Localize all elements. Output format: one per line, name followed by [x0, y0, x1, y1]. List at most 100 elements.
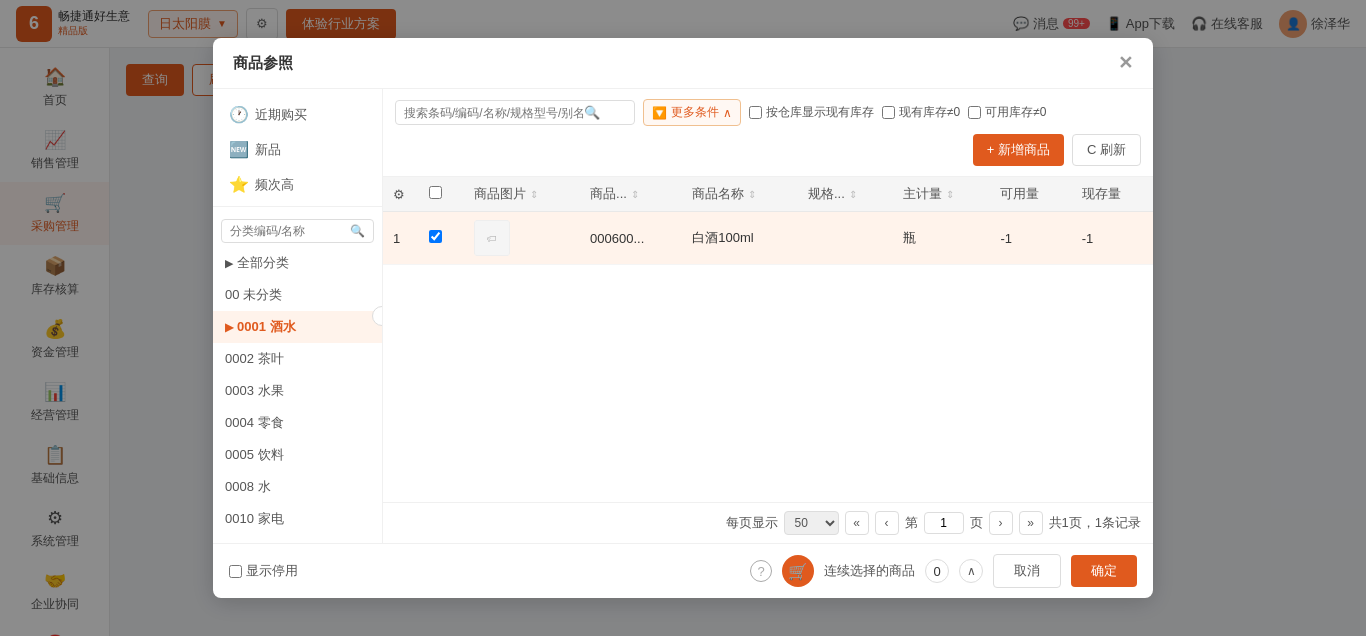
row-name: 白酒100ml [682, 212, 798, 265]
prev-page-btn[interactable]: ‹ [875, 511, 899, 535]
table-checkbox-header[interactable] [419, 177, 464, 212]
help-icon[interactable]: ? [750, 560, 772, 582]
modal-header: 商品参照 ✕ [213, 38, 1153, 89]
modal-overlay: 商品参照 ✕ 🕐 近期购买 🆕 新品 ⭐ 频次高 [0, 0, 1366, 636]
page-size-label: 每页显示 [726, 514, 778, 532]
cart-count: 0 [925, 559, 949, 583]
show-disabled-text: 显示停用 [246, 562, 298, 580]
search-icon: 🔍 [584, 105, 600, 120]
more-filters-btn[interactable]: 🔽 更多条件 ∧ [643, 99, 741, 126]
row-available: -1 [990, 212, 1071, 265]
product-thumbnail: 🏷 [474, 220, 510, 256]
page-number-input[interactable] [924, 512, 964, 534]
row-stock: -1 [1072, 212, 1153, 265]
available-stock-checkbox[interactable] [882, 106, 895, 119]
table-available-header: 可用量 [990, 177, 1071, 212]
cart-icon[interactable]: 🛒 [782, 555, 814, 587]
new-icon: 🆕 [229, 140, 249, 159]
table-code-header: 商品... ⇕ [580, 177, 682, 212]
collapse-cart-btn[interactable]: ∧ [959, 559, 983, 583]
available-stock-label: 现有库存≠0 [899, 104, 960, 121]
category-appliances[interactable]: 0010 家电 [213, 503, 382, 535]
modal-left-panel: 🕐 近期购买 🆕 新品 ⭐ 频次高 🔍 [213, 89, 383, 543]
row-code: 000600... [580, 212, 682, 265]
table-name-header: 商品名称 ⇕ [682, 177, 798, 212]
filter-icon: 🔽 [652, 106, 667, 120]
last-page-btn[interactable]: » [1019, 511, 1043, 535]
row-image: 🏷 [464, 212, 580, 265]
category-drinks[interactable]: 0005 饮料 [213, 439, 382, 471]
total-records: 共1页，1条记录 [1049, 514, 1141, 532]
row-num: 1 [383, 212, 419, 265]
cart-label: 连续选择的商品 [824, 562, 915, 580]
toolbar-right: + 新增商品 C 刷新 [973, 134, 1141, 166]
row-select-checkbox[interactable] [429, 230, 442, 243]
select-all-checkbox[interactable] [429, 186, 442, 199]
page-label: 第 [905, 514, 918, 532]
usable-stock-checkbox-label[interactable]: 可用库存≠0 [968, 104, 1046, 121]
category-all[interactable]: ▶全部分类 [213, 247, 382, 279]
sort-icon-name: ⇕ [748, 189, 756, 200]
first-page-btn[interactable]: « [845, 511, 869, 535]
usable-stock-checkbox[interactable] [968, 106, 981, 119]
recent-purchase-label: 近期购买 [255, 106, 307, 124]
expand-active-icon: ▶ [225, 321, 233, 333]
show-disabled-checkbox[interactable] [229, 565, 242, 578]
recent-purchase-btn[interactable]: 🕐 近期购买 [213, 97, 382, 132]
sort-icon-code: ⇕ [631, 189, 639, 200]
modal-toolbar: 🔍 🔽 更多条件 ∧ 按仓库显示现有库存 现有库存≠0 [383, 89, 1153, 177]
new-products-label: 新品 [255, 141, 281, 159]
frequent-btn[interactable]: ⭐ 频次高 [213, 167, 382, 202]
frequent-label: 频次高 [255, 176, 294, 194]
row-spec [798, 212, 893, 265]
category-search-input[interactable] [230, 224, 346, 238]
product-search-bar[interactable]: 🔍 [395, 100, 635, 125]
row-unit: 瓶 [893, 212, 991, 265]
category-fruits[interactable]: 0003 水果 [213, 375, 382, 407]
page-size-select[interactable]: 10 20 50 100 [784, 511, 839, 535]
table-unit-header: 主计量 ⇕ [893, 177, 991, 212]
category-search-icon: 🔍 [350, 224, 365, 238]
category-tea[interactable]: 0002 茶叶 [213, 343, 382, 375]
product-table: ⚙ 商品图片 ⇕ 商品... ⇕ [383, 177, 1153, 265]
page-suffix: 页 [970, 514, 983, 532]
show-disabled-label[interactable]: 显示停用 [229, 562, 298, 580]
expand-icon: ▶ [225, 257, 233, 269]
filter-label: 更多条件 [671, 104, 719, 121]
new-products-btn[interactable]: 🆕 新品 [213, 132, 382, 167]
cancel-button[interactable]: 取消 [993, 554, 1061, 588]
row-checkbox[interactable] [419, 212, 464, 265]
modal-close-button[interactable]: ✕ [1118, 52, 1133, 74]
modal-right-panel: 🔍 🔽 更多条件 ∧ 按仓库显示现有库存 现有库存≠0 [383, 89, 1153, 543]
refresh-product-btn[interactable]: C 刷新 [1072, 134, 1141, 166]
category-water[interactable]: 0008 水 [213, 471, 382, 503]
table-settings-header[interactable]: ⚙ [383, 177, 419, 212]
add-product-btn[interactable]: + 新增商品 [973, 134, 1064, 166]
table-spec-header: 规格... ⇕ [798, 177, 893, 212]
confirm-button[interactable]: 确定 [1071, 555, 1137, 587]
star-icon: ⭐ [229, 175, 249, 194]
sort-icon-spec: ⇕ [849, 189, 857, 200]
modal-footer: 显示停用 ? 🛒 连续选择的商品 0 ∧ 取消 确定 [213, 543, 1153, 598]
table-row[interactable]: 1 🏷 000600... 白酒100ml 瓶 [383, 212, 1153, 265]
category-alcohol[interactable]: ▶0001 酒水 [213, 311, 382, 343]
product-search-input[interactable] [404, 106, 584, 120]
warehouse-stock-checkbox[interactable] [749, 106, 762, 119]
next-page-btn[interactable]: › [989, 511, 1013, 535]
footer-right: ? 🛒 连续选择的商品 0 ∧ 取消 确定 [750, 554, 1137, 588]
available-stock-checkbox-label[interactable]: 现有库存≠0 [882, 104, 960, 121]
product-table-wrapper: ⚙ 商品图片 ⇕ 商品... ⇕ [383, 177, 1153, 502]
category-uncategorized[interactable]: 00 未分类 [213, 279, 382, 311]
sort-icon-unit: ⇕ [946, 189, 954, 200]
table-image-header: 商品图片 ⇕ [464, 177, 580, 212]
category-snacks[interactable]: 0004 零食 [213, 407, 382, 439]
product-reference-modal: 商品参照 ✕ 🕐 近期购买 🆕 新品 ⭐ 频次高 [213, 38, 1153, 598]
warehouse-stock-label: 按仓库显示现有库存 [766, 104, 874, 121]
modal-pagination: 每页显示 10 20 50 100 « ‹ 第 页 › » 共1页，1条记录 [383, 502, 1153, 543]
category-search[interactable]: 🔍 [221, 219, 374, 243]
clock-icon: 🕐 [229, 105, 249, 124]
table-stock-header: 现存量 [1072, 177, 1153, 212]
warehouse-stock-checkbox-label[interactable]: 按仓库显示现有库存 [749, 104, 874, 121]
modal-body: 🕐 近期购买 🆕 新品 ⭐ 频次高 🔍 [213, 89, 1153, 543]
modal-title: 商品参照 [233, 54, 293, 73]
